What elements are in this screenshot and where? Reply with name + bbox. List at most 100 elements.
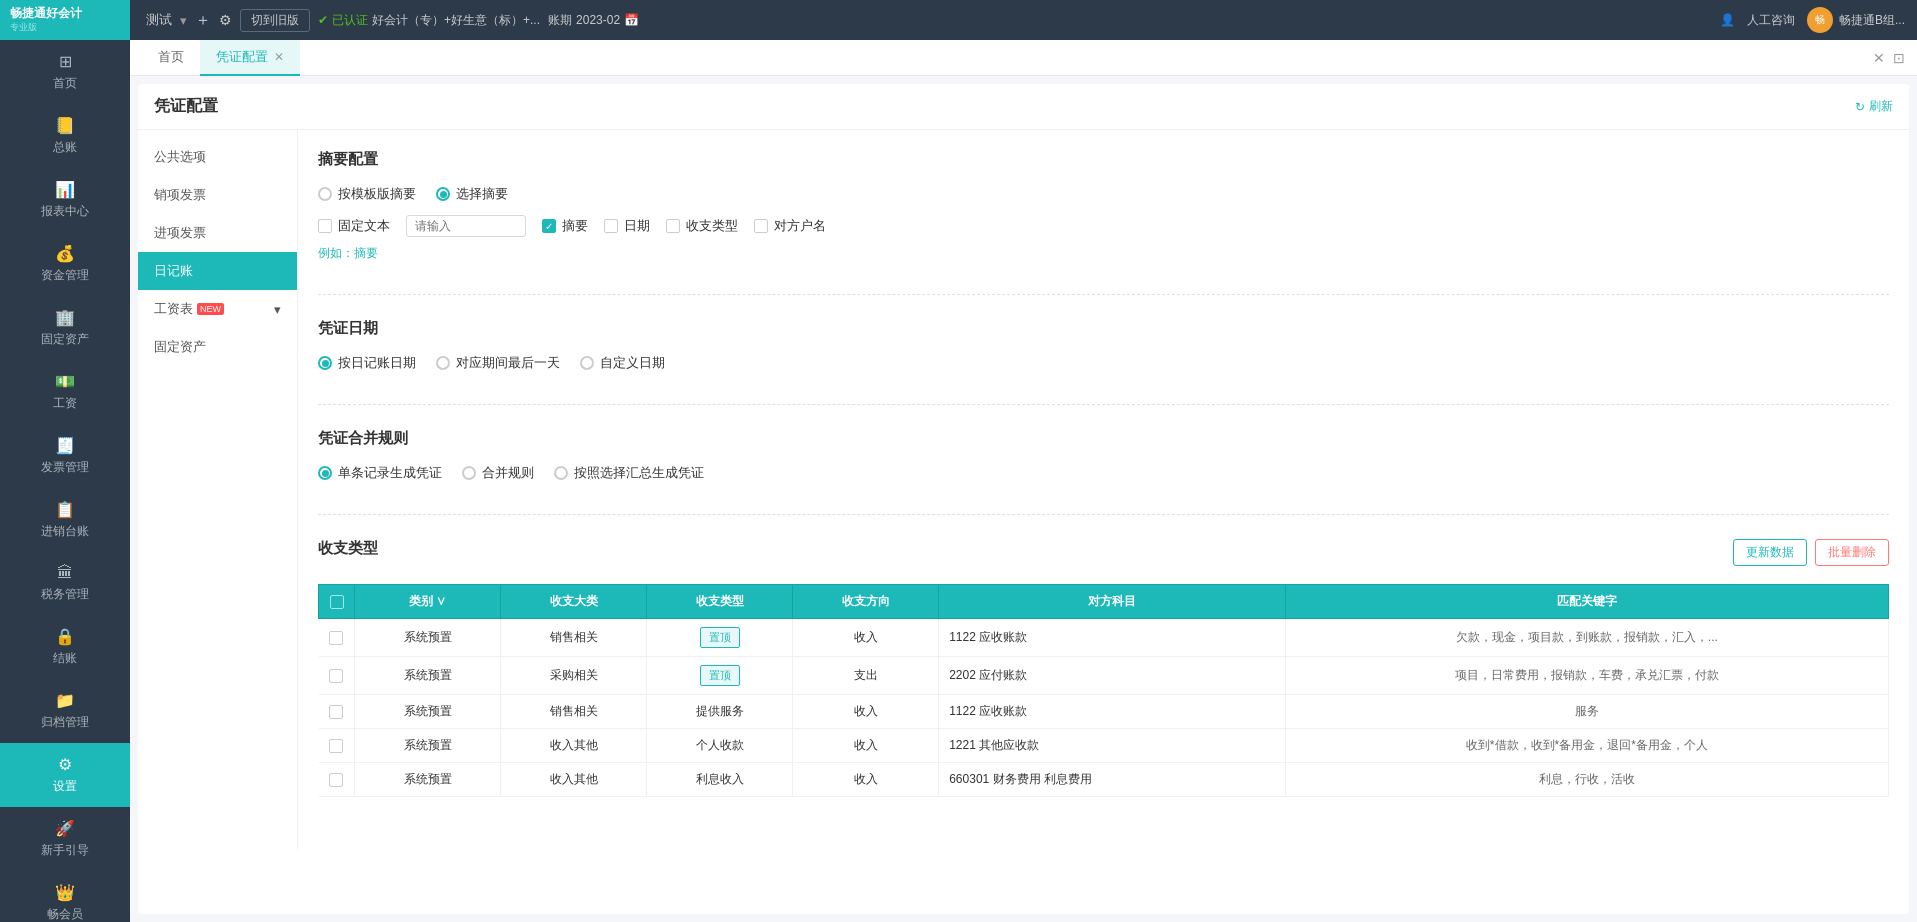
service-label[interactable]: 人工咨询 (1747, 12, 1795, 29)
col-category: 类别 ∨ (355, 585, 501, 619)
radio-select-summary[interactable]: 按照选择汇总生成凭证 (554, 464, 704, 482)
radio-circle-select-summary (554, 466, 568, 480)
sidebar-label-assets: 固定资产 (41, 331, 89, 348)
radio-single[interactable]: 单条记录生成凭证 (318, 464, 442, 482)
merge-section: 凭证合并规则 单条记录生成凭证 合并规则 (318, 429, 1889, 482)
fixed-text-input[interactable] (406, 215, 526, 237)
sidebar-item-funds[interactable]: 💰 资金管理 (0, 232, 130, 296)
col-checkbox[interactable] (319, 585, 355, 619)
checkbox-summary[interactable]: ✓ 摘要 (542, 217, 588, 235)
left-nav-purchase-invoice[interactable]: 进项发票 (138, 214, 297, 252)
refresh-icon: ↻ (1855, 100, 1865, 114)
type-tag-1[interactable]: 置顶 (700, 665, 740, 686)
radio-custom-date[interactable]: 自定义日期 (580, 354, 665, 372)
refresh-button[interactable]: ↻ 刷新 (1855, 98, 1893, 115)
dropdown-arrow-icon[interactable]: ▾ (180, 13, 187, 28)
inner-layout: 公共选项 销项发票 进项发票 日记账 工资表 NEW ▾ (138, 130, 1909, 849)
left-nav-payroll[interactable]: 工资表 NEW ▾ (138, 290, 297, 328)
row-category-1: 系统预置 (355, 657, 501, 695)
right-content: 摘要配置 按模板版摘要 选择摘要 (298, 130, 1909, 849)
checkbox-income-type[interactable]: 收支类型 (666, 217, 738, 235)
left-nav-sales-invoice[interactable]: 销项发票 (138, 176, 297, 214)
home-icon: ⊞ (59, 52, 72, 71)
sidebar-label-settings: 设置 (53, 778, 77, 795)
sidebar-label-purchase: 进销台账 (41, 523, 89, 540)
logo-sub: 专业版 (10, 21, 82, 34)
sidebar-item-settings[interactable]: ⚙ 设置 (0, 743, 130, 807)
date-title: 凭证日期 (318, 319, 1889, 338)
row-keywords-1: 项目，日常费用，报销款，车费，承兑汇票，付款 (1285, 657, 1888, 695)
checkbox-row-3[interactable] (329, 739, 343, 753)
update-data-btn[interactable]: 更新数据 (1733, 539, 1807, 566)
sidebar-item-close[interactable]: 🔒 结账 (0, 615, 130, 679)
table-row: 系统预置 收入其他 利息收入 收入 660301 财务费用 利息费用 利息，行收… (319, 763, 1889, 797)
sidebar-item-vip[interactable]: 👑 畅会员 (0, 871, 130, 922)
sidebar-label-archive: 归档管理 (41, 714, 89, 731)
checkbox-date[interactable]: 日期 (604, 217, 650, 235)
checkbox-row-1[interactable] (329, 669, 343, 683)
radio-merge-rule[interactable]: 合并规则 (462, 464, 534, 482)
sidebar-item-ledger[interactable]: 📒 总账 (0, 104, 130, 168)
radio-period-last[interactable]: 对应期间最后一天 (436, 354, 560, 372)
tab-voucher-config[interactable]: 凭证配置 ✕ (200, 40, 300, 76)
tab-close-icon[interactable]: ✕ (274, 50, 284, 64)
sort-icon[interactable]: ∨ (436, 594, 446, 608)
row-type-2: 提供服务 (647, 695, 793, 729)
sidebar-item-home[interactable]: ⊞ 首页 (0, 40, 130, 104)
tab-close-window-icon[interactable]: ✕ (1873, 50, 1885, 66)
checkbox-row-2[interactable] (329, 705, 343, 719)
row-major-type-1: 采购相关 (501, 657, 647, 695)
sidebar-label-vip: 畅会员 (47, 906, 83, 922)
type-tag-0[interactable]: 置顶 (700, 627, 740, 648)
logo-text: 畅捷通好会计 (10, 6, 82, 20)
row-category-3: 系统预置 (355, 729, 501, 763)
user-area[interactable]: 畅 畅捷通B组... (1807, 7, 1905, 33)
sidebar-item-purchase[interactable]: 📋 进销台账 (0, 488, 130, 552)
checkbox-row-0[interactable] (329, 631, 343, 645)
row-checkbox-3[interactable] (319, 729, 355, 763)
calendar-icon[interactable]: 📅 (624, 13, 639, 27)
row-major-type-4: 收入其他 (501, 763, 647, 797)
left-nav-journal[interactable]: 日记账 (138, 252, 297, 290)
row-subject-1: 2202 应付账款 (939, 657, 1286, 695)
sidebar-item-salary[interactable]: 💵 工资 (0, 360, 130, 424)
row-checkbox-2[interactable] (319, 695, 355, 729)
assets-icon: 🏢 (55, 308, 75, 327)
row-keywords-3: 收到*借款，收到*备用金，退回*备用金，个人 (1285, 729, 1888, 763)
archive-icon: 📁 (55, 691, 75, 710)
income-expense-section: 收支类型 更新数据 批量删除 (318, 539, 1889, 797)
sidebar-label-salary: 工资 (53, 395, 77, 412)
batch-delete-btn[interactable]: 批量删除 (1815, 539, 1889, 566)
sidebar-item-reports[interactable]: 📊 报表中心 (0, 168, 130, 232)
checkbox-fixed-text-box (318, 219, 332, 233)
sidebar-item-assets[interactable]: 🏢 固定资产 (0, 296, 130, 360)
select-all-checkbox[interactable] (330, 595, 344, 609)
radio-select[interactable]: 选择摘要 (436, 185, 508, 203)
sidebar-item-invoice-mgmt[interactable]: 🧾 发票管理 (0, 424, 130, 488)
merge-title: 凭证合并规则 (318, 429, 1889, 448)
switch-old-btn[interactable]: 切到旧版 (240, 9, 310, 32)
tab-expand-icon[interactable]: ⊡ (1893, 50, 1905, 66)
invoice-mgmt-icon: 🧾 (55, 436, 75, 455)
left-nav-fixed-assets[interactable]: 固定资产 (138, 328, 297, 366)
checkbox-fixed-text[interactable]: 固定文本 (318, 217, 390, 235)
sidebar-item-archive[interactable]: 📁 归档管理 (0, 679, 130, 743)
row-checkbox-1[interactable] (319, 657, 355, 695)
row-checkbox-4[interactable] (319, 763, 355, 797)
gear-icon[interactable]: ⚙ (219, 12, 232, 28)
summary-checkbox-row: 固定文本 ✓ 摘要 日期 (318, 215, 1889, 237)
checkbox-row-4[interactable] (329, 773, 343, 787)
topbar-center: 测试 ▾ ＋ ⚙ 切到旧版 ✔ 已认证 好会计（专）+好生意（标）+... 账期… (130, 9, 1720, 32)
sidebar-item-guide[interactable]: 🚀 新手引导 (0, 807, 130, 871)
left-nav-public[interactable]: 公共选项 (138, 138, 297, 176)
sidebar-item-tax[interactable]: 🏛 税务管理 (0, 552, 130, 615)
summary-section: 摘要配置 按模板版摘要 选择摘要 (318, 150, 1889, 262)
checkbox-counterparty[interactable]: 对方户名 (754, 217, 826, 235)
sidebar-label-reports: 报表中心 (41, 203, 89, 220)
tab-home[interactable]: 首页 (142, 40, 200, 76)
add-icon[interactable]: ＋ (195, 10, 211, 31)
radio-template[interactable]: 按模板版摘要 (318, 185, 416, 203)
radio-journal-date[interactable]: 按日记账日期 (318, 354, 416, 372)
radio-circle-period-last (436, 356, 450, 370)
row-checkbox-0[interactable] (319, 619, 355, 657)
